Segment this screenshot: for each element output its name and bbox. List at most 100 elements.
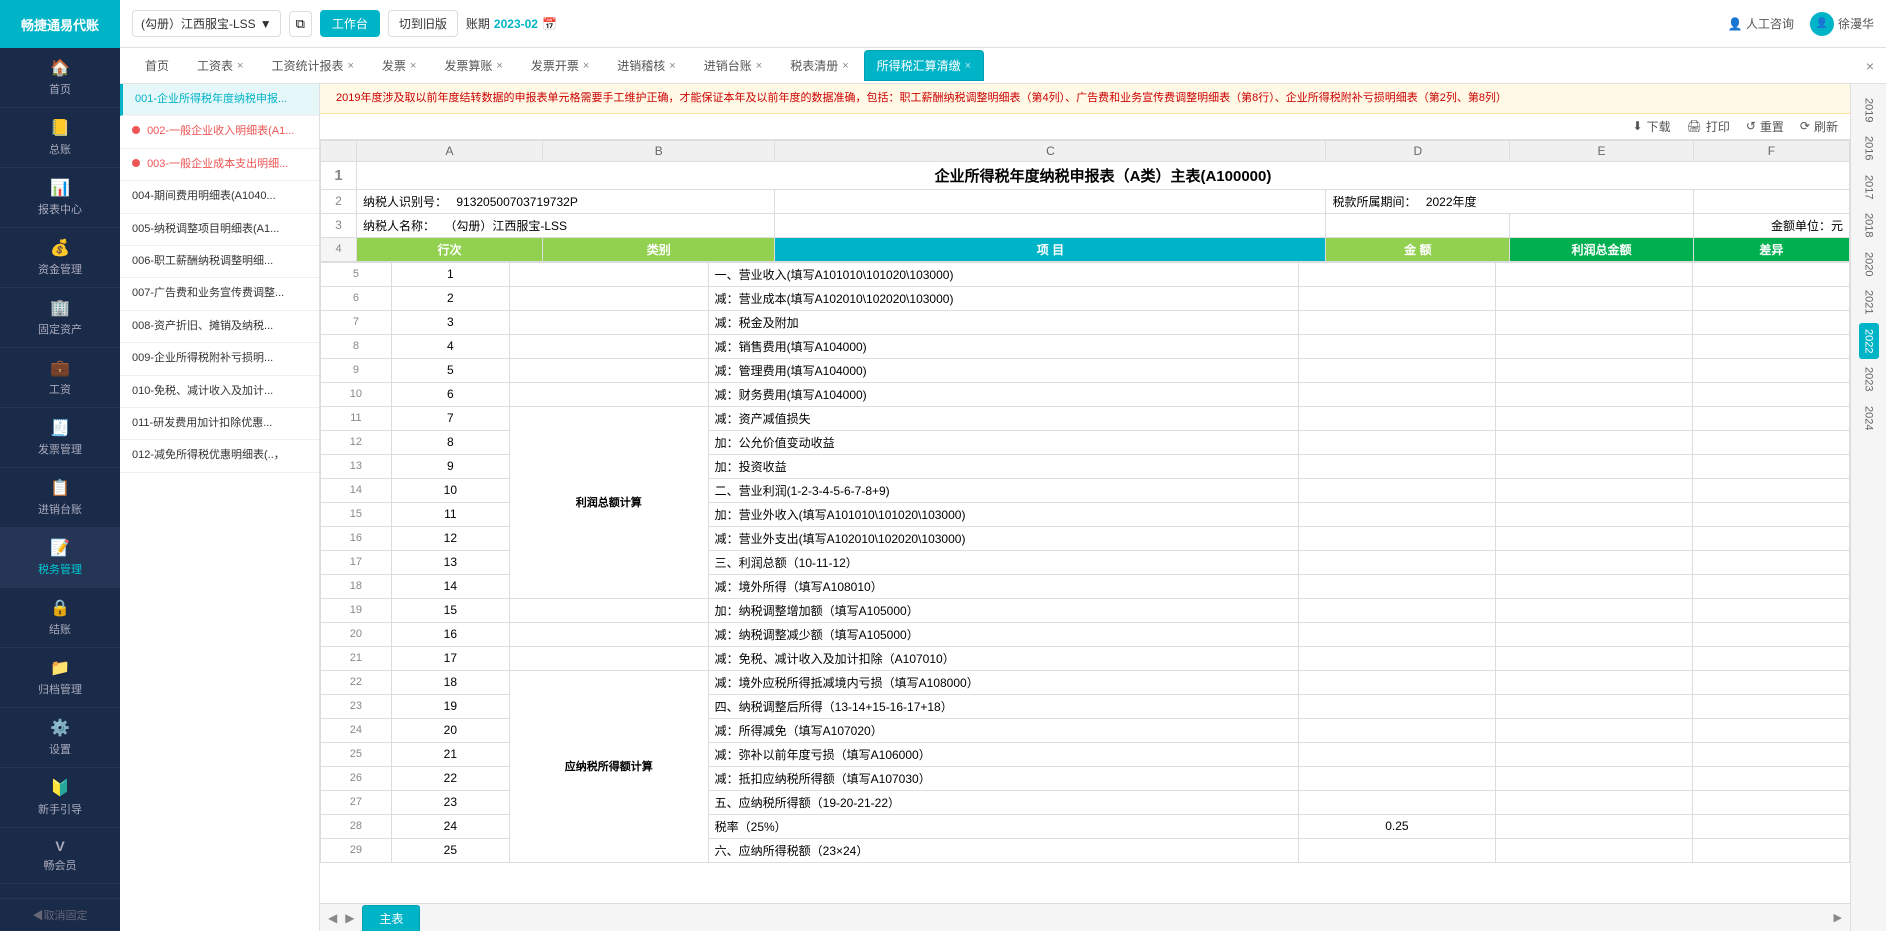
cell-hangci[interactable]: 15 — [391, 598, 509, 622]
sidebar-item-assets[interactable]: 💰 资金管理 — [0, 228, 120, 288]
cell-chayi[interactable] — [1692, 814, 1849, 838]
cell-hangci[interactable]: 11 — [391, 502, 509, 526]
sidebar-item-settings[interactable]: ⚙️ 设置 — [0, 708, 120, 768]
cell-hangci[interactable]: 22 — [391, 766, 509, 790]
cell-hangci[interactable]: 20 — [391, 718, 509, 742]
year-item-2023[interactable]: 2023 — [1859, 361, 1879, 397]
cell-lirun[interactable] — [1495, 598, 1692, 622]
cell-jine[interactable] — [1298, 286, 1495, 310]
list-item-009[interactable]: 009-企业所得税附补亏损明... — [120, 343, 319, 375]
reset-button[interactable]: ↺ 重置 — [1746, 118, 1784, 135]
tab-invoice[interactable]: 发票 × — [369, 50, 429, 81]
cell-jine[interactable] — [1298, 262, 1495, 286]
sidebar-item-ledger[interactable]: 📒 总账 — [0, 108, 120, 168]
cell-jine[interactable] — [1298, 478, 1495, 502]
cell-chayi[interactable] — [1692, 598, 1849, 622]
tab-invoice-issue[interactable]: 发票开票 × — [518, 50, 602, 81]
sidebar-item-guide[interactable]: 🔰 新手引导 — [0, 768, 120, 828]
cell-jine[interactable] — [1298, 670, 1495, 694]
close-icon[interactable]: × — [347, 60, 353, 72]
cell-hangci[interactable]: 12 — [391, 526, 509, 550]
cell-chayi[interactable] — [1692, 526, 1849, 550]
sidebar-item-tax[interactable]: 📝 税务管理 — [0, 528, 120, 588]
cell-lirun[interactable] — [1495, 646, 1692, 670]
cell-hangci[interactable]: 4 — [391, 334, 509, 358]
cell-chayi[interactable] — [1692, 670, 1849, 694]
sidebar-item-sales-ledger[interactable]: 📋 进销台账 — [0, 468, 120, 528]
cell-jine[interactable] — [1298, 454, 1495, 478]
scroll-right-icon[interactable]: ▶ — [1834, 911, 1842, 924]
cell-hangci[interactable]: 1 — [391, 262, 509, 286]
cell-jine[interactable] — [1298, 502, 1495, 526]
cell-hangci[interactable]: 18 — [391, 670, 509, 694]
cell-jine[interactable] — [1298, 838, 1495, 862]
sidebar-item-fixed-assets[interactable]: 🏢 固定资产 — [0, 288, 120, 348]
cell-chayi[interactable] — [1692, 310, 1849, 334]
cell-hangci[interactable]: 9 — [391, 454, 509, 478]
cell-lirun[interactable] — [1495, 670, 1692, 694]
cell-lirun[interactable] — [1495, 262, 1692, 286]
tab-sales-ledger[interactable]: 进销台账 × — [691, 50, 775, 81]
list-item-008[interactable]: 008-资产折旧、摊销及纳税... — [120, 311, 319, 343]
cell-hangci[interactable]: 13 — [391, 550, 509, 574]
cell-hangci[interactable]: 6 — [391, 382, 509, 406]
list-item-010[interactable]: 010-免税、减计收入及加计... — [120, 376, 319, 408]
cell-lirun[interactable] — [1495, 838, 1692, 862]
cell-jine[interactable] — [1298, 550, 1495, 574]
list-item-006[interactable]: 006-职工薪酬纳税调整明细... — [120, 246, 319, 278]
cell-chayi[interactable] — [1692, 622, 1849, 646]
cell-lirun[interactable] — [1495, 502, 1692, 526]
cell-lirun[interactable] — [1495, 574, 1692, 598]
cell-hangci[interactable]: 14 — [391, 574, 509, 598]
cell-chayi[interactable] — [1692, 742, 1849, 766]
list-item-001[interactable]: 001-企业所得税年度纳税申报... — [120, 84, 319, 116]
cell-hangci[interactable]: 24 — [391, 814, 509, 838]
cell-lirun[interactable] — [1495, 406, 1692, 430]
cell-lirun[interactable] — [1495, 622, 1692, 646]
close-icon[interactable]: × — [583, 60, 589, 72]
cell-chayi[interactable] — [1692, 406, 1849, 430]
tab-sales-audit[interactable]: 进销稽核 × — [604, 50, 688, 81]
cell-chayi[interactable] — [1692, 646, 1849, 670]
company-selector[interactable]: (勾册）江西服宝-LSS ▼ — [132, 10, 281, 37]
sidebar-item-invoices[interactable]: 🧾 发票管理 — [0, 408, 120, 468]
tab-home[interactable]: 首页 — [132, 50, 182, 81]
cell-hangci[interactable]: 5 — [391, 358, 509, 382]
cell-jine[interactable] — [1298, 790, 1495, 814]
cell-jine[interactable] — [1298, 598, 1495, 622]
tab-income-tax[interactable]: 所得税汇算清缴 × — [864, 50, 984, 81]
user-service-button[interactable]: 👤 人工咨询 — [1728, 15, 1794, 32]
close-icon[interactable]: × — [410, 60, 416, 72]
cell-chayi[interactable] — [1692, 838, 1849, 862]
cell-jine[interactable] — [1298, 358, 1495, 382]
list-item-003[interactable]: 003-一般企业成本支出明细... — [120, 149, 319, 181]
year-item-2016[interactable]: 2016 — [1859, 130, 1879, 166]
list-item-011[interactable]: 011-研发费用加计扣除优惠... — [120, 408, 319, 440]
cell-jine[interactable]: 0.25 — [1298, 814, 1495, 838]
cell-jine[interactable] — [1298, 310, 1495, 334]
sheet-nav-next[interactable]: ▶ — [345, 911, 354, 925]
cell-lirun[interactable] — [1495, 430, 1692, 454]
close-all-tabs-button[interactable]: × — [1866, 58, 1874, 74]
switch-version-button[interactable]: 切到旧版 — [388, 10, 458, 37]
cell-chayi[interactable] — [1692, 502, 1849, 526]
cell-chayi[interactable] — [1692, 550, 1849, 574]
list-item-005[interactable]: 005-纳税调整项目明细表(A1... — [120, 214, 319, 246]
cell-hangci[interactable]: 2 — [391, 286, 509, 310]
cell-chayi[interactable] — [1692, 766, 1849, 790]
cell-hangci[interactable]: 19 — [391, 694, 509, 718]
cell-lirun[interactable] — [1495, 286, 1692, 310]
cell-lirun[interactable] — [1495, 694, 1692, 718]
sidebar-item-member[interactable]: V 畅会员 — [0, 828, 120, 884]
cell-chayi[interactable] — [1692, 358, 1849, 382]
close-icon[interactable]: × — [756, 60, 762, 72]
cell-chayi[interactable] — [1692, 574, 1849, 598]
cell-chayi[interactable] — [1692, 382, 1849, 406]
cell-lirun[interactable] — [1495, 766, 1692, 790]
cell-hangci[interactable]: 7 — [391, 406, 509, 430]
sidebar-item-reports[interactable]: 📊 报表中心 — [0, 168, 120, 228]
cell-hangci[interactable]: 3 — [391, 310, 509, 334]
cell-lirun[interactable] — [1495, 550, 1692, 574]
cell-chayi[interactable] — [1692, 718, 1849, 742]
unpin-sidebar-button[interactable]: ◀取消固定 — [0, 898, 120, 931]
